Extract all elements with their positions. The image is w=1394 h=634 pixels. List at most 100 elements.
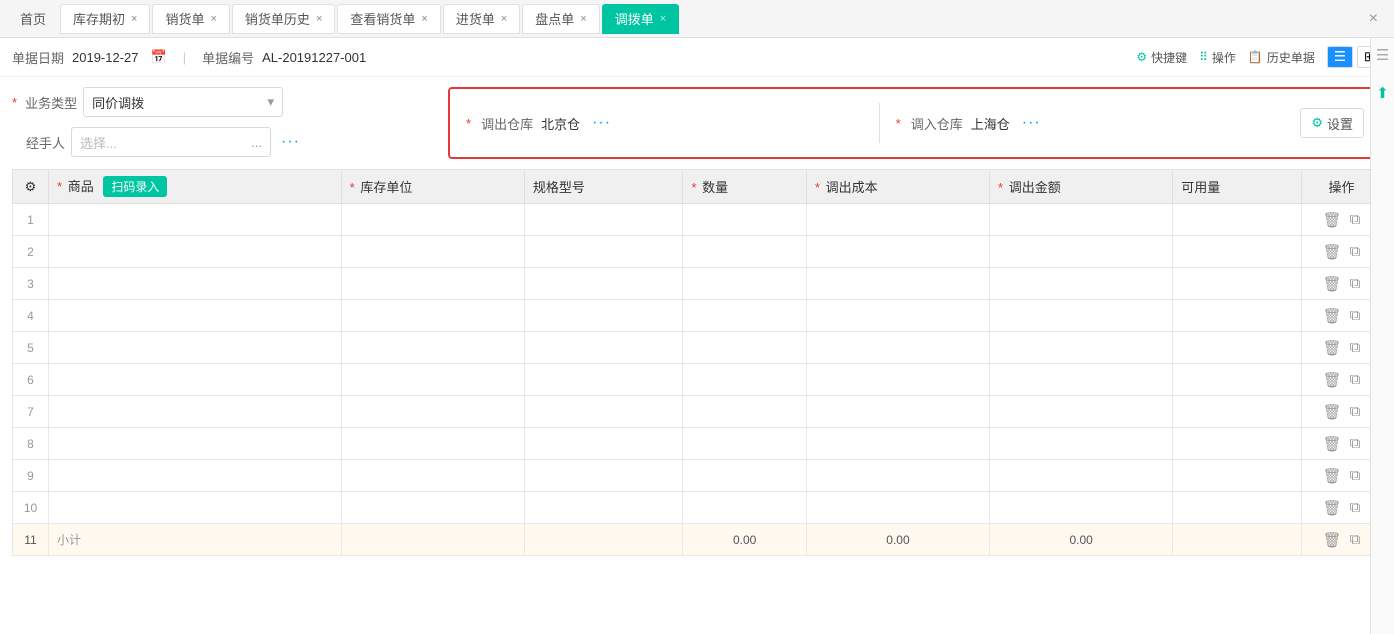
spec-cell-7 bbox=[524, 396, 683, 428]
cost-cell-7[interactable] bbox=[806, 396, 989, 428]
tab-home[interactable]: 首页 bbox=[8, 4, 58, 34]
handler-placeholder: 选择... bbox=[80, 133, 117, 152]
row-num-2: 2 bbox=[13, 236, 49, 268]
qty-cell-5[interactable] bbox=[683, 332, 806, 364]
business-type-select[interactable]: 同价调拨 ▾ bbox=[83, 87, 283, 117]
copy-icon-3[interactable]: ⧉ bbox=[1350, 275, 1361, 292]
qty-cell-4[interactable] bbox=[683, 300, 806, 332]
qty-cell-2[interactable] bbox=[683, 236, 806, 268]
tab-transfer-close[interactable]: × bbox=[660, 13, 666, 25]
delete-icon-9[interactable]: 🗑 bbox=[1323, 467, 1342, 485]
copy-icon-2[interactable]: ⧉ bbox=[1350, 243, 1361, 260]
product-cell-5[interactable] bbox=[49, 332, 342, 364]
tab-sales-history[interactable]: 销货单历史 × bbox=[232, 4, 335, 34]
cost-cell-2[interactable] bbox=[806, 236, 989, 268]
delete-icon-7[interactable]: 🗑 bbox=[1323, 403, 1342, 421]
target-warehouse-label: 调入仓库 bbox=[911, 114, 963, 133]
cost-cell-9[interactable] bbox=[806, 460, 989, 492]
table-row: 2 🗑 ⧉ bbox=[13, 236, 1382, 268]
delete-icon-4[interactable]: 🗑 bbox=[1323, 307, 1342, 325]
copy-icon[interactable]: ⧉ bbox=[1350, 531, 1361, 548]
product-cell-1[interactable] bbox=[49, 204, 342, 236]
tab-view-sales[interactable]: 查看销货单 × bbox=[337, 4, 440, 34]
product-cell-4[interactable] bbox=[49, 300, 342, 332]
delete-icon-10[interactable]: 🗑 bbox=[1323, 499, 1342, 517]
delete-icon-6[interactable]: 🗑 bbox=[1323, 371, 1342, 389]
tab-purchase-close[interactable]: × bbox=[501, 13, 507, 25]
target-warehouse-block: * 调入仓库 上海仓 ··· bbox=[896, 114, 1293, 133]
delete-icon-1[interactable]: 🗑 bbox=[1323, 211, 1342, 229]
product-cell-10[interactable] bbox=[49, 492, 342, 524]
tab-stocktake[interactable]: 盘点单 × bbox=[522, 4, 599, 34]
product-cell-7[interactable] bbox=[49, 396, 342, 428]
cost-cell-5[interactable] bbox=[806, 332, 989, 364]
product-cell-8[interactable] bbox=[49, 428, 342, 460]
cost-cell-1[interactable] bbox=[806, 204, 989, 236]
qty-cell-6[interactable] bbox=[683, 364, 806, 396]
delete-icon-8[interactable]: 🗑 bbox=[1323, 435, 1342, 453]
qty-cell-3[interactable] bbox=[683, 268, 806, 300]
scan-btn[interactable]: 扫码录入 bbox=[103, 176, 167, 197]
product-cell-9[interactable] bbox=[49, 460, 342, 492]
tab-sales-history-close[interactable]: × bbox=[316, 13, 322, 25]
cost-cell-4[interactable] bbox=[806, 300, 989, 332]
qty-cell-9[interactable] bbox=[683, 460, 806, 492]
available-cell-3 bbox=[1173, 268, 1302, 300]
copy-icon-7[interactable]: ⧉ bbox=[1350, 403, 1361, 420]
copy-icon-6[interactable]: ⧉ bbox=[1350, 371, 1361, 388]
cost-cell-3[interactable] bbox=[806, 268, 989, 300]
tab-inventory-init-close[interactable]: × bbox=[131, 13, 137, 25]
cost-cell-6[interactable] bbox=[806, 364, 989, 396]
tab-view-sales-close[interactable]: × bbox=[421, 13, 427, 25]
qty-cell-7[interactable] bbox=[683, 396, 806, 428]
shortcut-label: 快捷键 bbox=[1151, 49, 1187, 66]
col-gear[interactable]: ⚙ bbox=[13, 170, 49, 204]
tab-transfer[interactable]: 调拨单 × bbox=[602, 4, 679, 34]
product-cell-6[interactable] bbox=[49, 364, 342, 396]
panel-expand-icon[interactable]: ⬆ bbox=[1376, 84, 1389, 102]
tab-inventory-init[interactable]: 库存期初 × bbox=[60, 4, 150, 34]
delete-icon-5[interactable]: 🗑 bbox=[1323, 339, 1342, 357]
operation-btn[interactable]: ⠿ 操作 bbox=[1199, 49, 1236, 66]
tab-sales-order[interactable]: 销货单 × bbox=[152, 4, 229, 34]
calendar-icon[interactable]: 📅 bbox=[151, 49, 167, 65]
qty-cell-8[interactable] bbox=[683, 428, 806, 460]
window-close-button[interactable]: × bbox=[1361, 10, 1386, 28]
copy-icon-4[interactable]: ⧉ bbox=[1350, 307, 1361, 324]
copy-icon-5[interactable]: ⧉ bbox=[1350, 339, 1361, 356]
handler-select[interactable]: 选择... ... bbox=[71, 127, 271, 157]
delete-icon[interactable]: 🗑 bbox=[1323, 531, 1342, 549]
product-cell-2[interactable] bbox=[49, 236, 342, 268]
table-container: ⚙ * 商品 扫码录入 * 库存单位 规格型号 * 数量 * 调出成本 bbox=[0, 169, 1394, 556]
tab-purchase[interactable]: 进货单 × bbox=[443, 4, 520, 34]
shortcut-btn[interactable]: ⚙ 快捷键 bbox=[1136, 49, 1187, 66]
delete-icon-2[interactable]: 🗑 bbox=[1323, 243, 1342, 261]
qty-cell-1[interactable] bbox=[683, 204, 806, 236]
source-warehouse-dots-btn[interactable]: ··· bbox=[592, 114, 611, 132]
col-amount: * 调出金额 bbox=[990, 170, 1173, 204]
toolbar-divider: | bbox=[183, 50, 186, 65]
qty-cell-10[interactable] bbox=[683, 492, 806, 524]
spec-cell-9 bbox=[524, 460, 683, 492]
handler-field: 经手人 选择... ... ··· bbox=[12, 127, 432, 157]
target-warehouse-dots-btn[interactable]: ··· bbox=[1022, 114, 1041, 132]
table-row: 1 🗑 ⧉ bbox=[13, 204, 1382, 236]
cost-cell-8[interactable] bbox=[806, 428, 989, 460]
tab-stocktake-close[interactable]: × bbox=[580, 13, 586, 25]
delete-icon-3[interactable]: 🗑 bbox=[1323, 275, 1342, 293]
cost-cell-10[interactable] bbox=[806, 492, 989, 524]
panel-list-icon[interactable]: ☰ bbox=[1376, 46, 1389, 64]
business-type-label: 业务类型 bbox=[25, 93, 77, 112]
available-cell-8 bbox=[1173, 428, 1302, 460]
tab-sales-order-close[interactable]: × bbox=[210, 13, 216, 25]
settings-btn[interactable]: ⚙ 设置 bbox=[1300, 108, 1364, 138]
history-btn[interactable]: 📋 历史单据 bbox=[1248, 49, 1315, 66]
right-panel: ☰ ⬆ bbox=[1370, 38, 1394, 634]
copy-icon-8[interactable]: ⧉ bbox=[1350, 435, 1361, 452]
list-view-btn[interactable]: ☰ bbox=[1327, 46, 1353, 68]
product-cell-3[interactable] bbox=[49, 268, 342, 300]
copy-icon-10[interactable]: ⧉ bbox=[1350, 499, 1361, 516]
copy-icon-1[interactable]: ⧉ bbox=[1350, 211, 1361, 228]
copy-icon-9[interactable]: ⧉ bbox=[1350, 467, 1361, 484]
handler-dots-btn[interactable]: ··· bbox=[281, 133, 300, 151]
